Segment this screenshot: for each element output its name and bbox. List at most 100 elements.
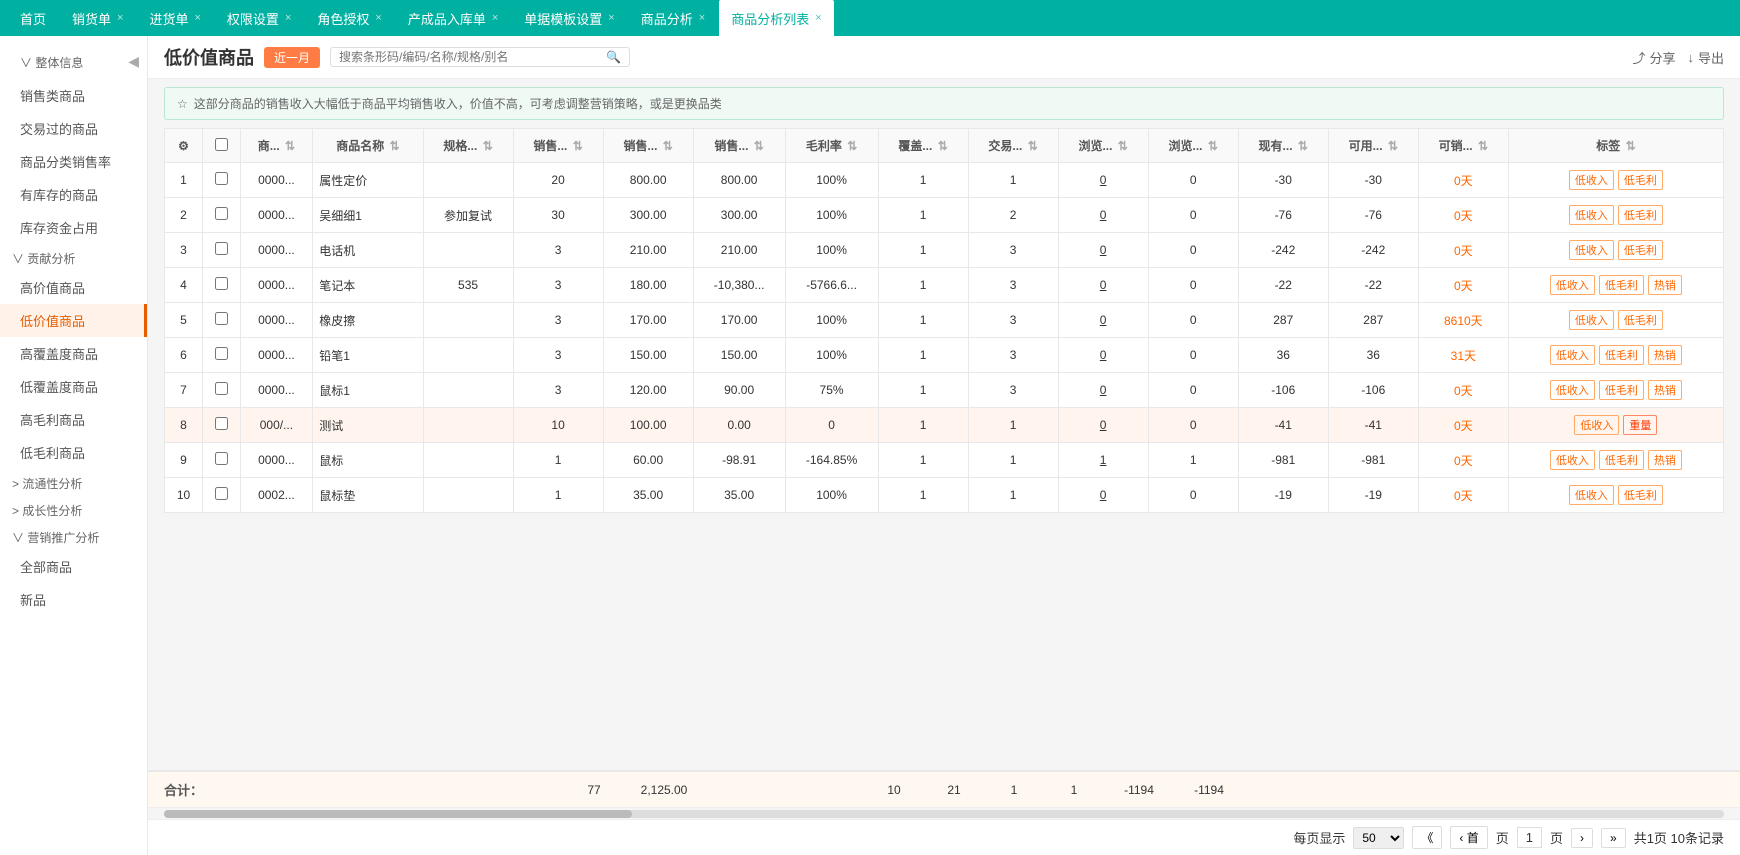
browse-link[interactable]: 0 xyxy=(1100,208,1107,222)
close-icon[interactable]: × xyxy=(699,12,705,24)
sidebar-item-all-products[interactable]: 全部商品 xyxy=(0,550,147,583)
row-checkbox[interactable] xyxy=(203,478,241,513)
table-container[interactable]: ⚙ 商... ⇅ 商品名称 ⇅ 规格... ⇅ 销售... ⇅ 销售... ⇅ … xyxy=(148,128,1740,770)
row-browse1[interactable]: 0 xyxy=(1058,373,1148,408)
nav-roles[interactable]: 角色授权 × xyxy=(305,0,393,36)
row-browse1[interactable]: 0 xyxy=(1058,198,1148,233)
row-select-checkbox[interactable] xyxy=(215,172,228,185)
close-icon[interactable]: × xyxy=(608,12,614,24)
row-checkbox[interactable] xyxy=(203,373,241,408)
browse-link[interactable]: 0 xyxy=(1100,173,1107,187)
last-page-btn[interactable]: » xyxy=(1601,828,1626,848)
row-browse1[interactable]: 0 xyxy=(1058,233,1148,268)
sidebar-item-new-products[interactable]: 新品 xyxy=(0,583,147,616)
col-coverage[interactable]: 覆盖... ⇅ xyxy=(878,129,968,163)
sidebar-item-category-sales-rate[interactable]: 商品分类销售率 xyxy=(0,145,147,178)
col-s2[interactable]: 销售... ⇅ xyxy=(603,129,693,163)
nav-product-entry[interactable]: 产成品入库单 × xyxy=(396,0,510,36)
close-icon[interactable]: × xyxy=(194,12,200,24)
col-spec[interactable]: 规格... ⇅ xyxy=(423,129,513,163)
row-select-checkbox[interactable] xyxy=(215,347,228,360)
row-checkbox[interactable] xyxy=(203,443,241,478)
row-checkbox[interactable] xyxy=(203,338,241,373)
sidebar-item-low-coverage[interactable]: 低覆盖度商品 xyxy=(0,370,147,403)
row-checkbox[interactable] xyxy=(203,303,241,338)
nav-purchase[interactable]: 进货单 × xyxy=(137,0,212,36)
next-page-btn[interactable]: › xyxy=(1571,828,1593,848)
sidebar-item-high-coverage[interactable]: 高覆盖度商品 xyxy=(0,337,147,370)
share-btn[interactable]: ⤴ 分享 xyxy=(1632,48,1675,67)
row-browse1[interactable]: 0 xyxy=(1058,478,1148,513)
col-stock1[interactable]: 现有... ⇅ xyxy=(1238,129,1328,163)
row-select-checkbox[interactable] xyxy=(215,312,228,325)
browse-link[interactable]: 0 xyxy=(1100,488,1107,502)
col-s1[interactable]: 销售... ⇅ xyxy=(513,129,603,163)
row-checkbox[interactable] xyxy=(203,198,241,233)
row-select-checkbox[interactable] xyxy=(215,242,228,255)
horizontal-scrollbar[interactable] xyxy=(148,807,1740,819)
row-browse1[interactable]: 0 xyxy=(1058,408,1148,443)
col-stock2[interactable]: 可用... ⇅ xyxy=(1328,129,1418,163)
sidebar-item-low-margin[interactable]: 低毛利商品 xyxy=(0,436,147,469)
sidebar-item-in-stock[interactable]: 有库存的商品 xyxy=(0,178,147,211)
col-code[interactable]: 商... ⇅ xyxy=(240,129,313,163)
row-select-checkbox[interactable] xyxy=(215,277,228,290)
close-icon[interactable]: × xyxy=(815,12,821,24)
browse-link[interactable]: 0 xyxy=(1100,383,1107,397)
sidebar-collapse-btn[interactable]: ◀ xyxy=(128,53,139,70)
row-select-checkbox[interactable] xyxy=(215,417,228,430)
sidebar-item-high-value[interactable]: 高价值商品 xyxy=(0,271,147,304)
row-browse1[interactable]: 0 xyxy=(1058,163,1148,198)
browse-link[interactable]: 0 xyxy=(1100,348,1107,362)
per-page-select[interactable]: 50 100 200 xyxy=(1353,827,1404,849)
col-browse2[interactable]: 浏览... ⇅ xyxy=(1148,129,1238,163)
nav-sales[interactable]: 销货单 × xyxy=(60,0,135,36)
sidebar-item-inventory-funds[interactable]: 库存资金占用 xyxy=(0,211,147,244)
close-icon[interactable]: × xyxy=(375,12,381,24)
row-checkbox[interactable] xyxy=(203,408,241,443)
col-stock3[interactable]: 可销... ⇅ xyxy=(1418,129,1508,163)
col-margin[interactable]: 毛利率 ⇅ xyxy=(785,129,878,163)
col-s3[interactable]: 销售... ⇅ xyxy=(693,129,785,163)
export-btn[interactable]: ↓ 导出 xyxy=(1687,48,1724,67)
nav-product-analysis-list[interactable]: 商品分析列表 × xyxy=(719,0,833,36)
sidebar-group-circulation[interactable]: > 流通性分析 xyxy=(0,469,147,496)
col-trade[interactable]: 交易... ⇅ xyxy=(968,129,1058,163)
col-browse1[interactable]: 浏览... ⇅ xyxy=(1058,129,1148,163)
row-select-checkbox[interactable] xyxy=(215,382,228,395)
row-select-checkbox[interactable] xyxy=(215,207,228,220)
nav-template[interactable]: 单据模板设置 × xyxy=(512,0,626,36)
browse-link[interactable]: 0 xyxy=(1100,243,1107,257)
row-browse1[interactable]: 0 xyxy=(1058,303,1148,338)
row-browse1[interactable]: 1 xyxy=(1058,443,1148,478)
prev-page-btn[interactable]: ‹ 首 xyxy=(1450,826,1487,849)
first-page-btn[interactable]: 《 xyxy=(1412,826,1442,849)
row-checkbox[interactable] xyxy=(203,268,241,303)
close-icon[interactable]: × xyxy=(285,12,291,24)
close-icon[interactable]: × xyxy=(492,12,498,24)
col-settings[interactable]: ⚙ xyxy=(165,129,203,163)
browse-link[interactable]: 1 xyxy=(1100,453,1107,467)
col-tags[interactable]: 标签 ⇅ xyxy=(1508,129,1723,163)
time-filter-btn[interactable]: 近一月 xyxy=(264,47,320,68)
row-select-checkbox[interactable] xyxy=(215,452,228,465)
browse-link[interactable]: 0 xyxy=(1100,278,1107,292)
row-select-checkbox[interactable] xyxy=(215,487,228,500)
nav-permissions[interactable]: 权限设置 × xyxy=(215,0,303,36)
sidebar-item-low-value[interactable]: 低价值商品 xyxy=(0,304,147,337)
nav-home[interactable]: 首页 xyxy=(8,0,58,36)
col-checkbox[interactable] xyxy=(203,129,241,163)
sidebar-group-growth[interactable]: > 成长性分析 xyxy=(0,496,147,523)
search-input[interactable] xyxy=(339,50,602,64)
close-icon[interactable]: × xyxy=(117,12,123,24)
browse-link[interactable]: 0 xyxy=(1100,418,1107,432)
nav-product-analysis[interactable]: 商品分析 × xyxy=(629,0,717,36)
col-name[interactable]: 商品名称 ⇅ xyxy=(313,129,423,163)
sidebar-item-high-margin[interactable]: 高毛利商品 xyxy=(0,403,147,436)
row-checkbox[interactable] xyxy=(203,233,241,268)
row-checkbox[interactable] xyxy=(203,163,241,198)
select-all-checkbox[interactable] xyxy=(215,138,228,151)
browse-link[interactable]: 0 xyxy=(1100,313,1107,327)
sidebar-item-traded-products[interactable]: 交易过的商品 xyxy=(0,112,147,145)
search-icon[interactable]: 🔍 xyxy=(606,50,621,64)
